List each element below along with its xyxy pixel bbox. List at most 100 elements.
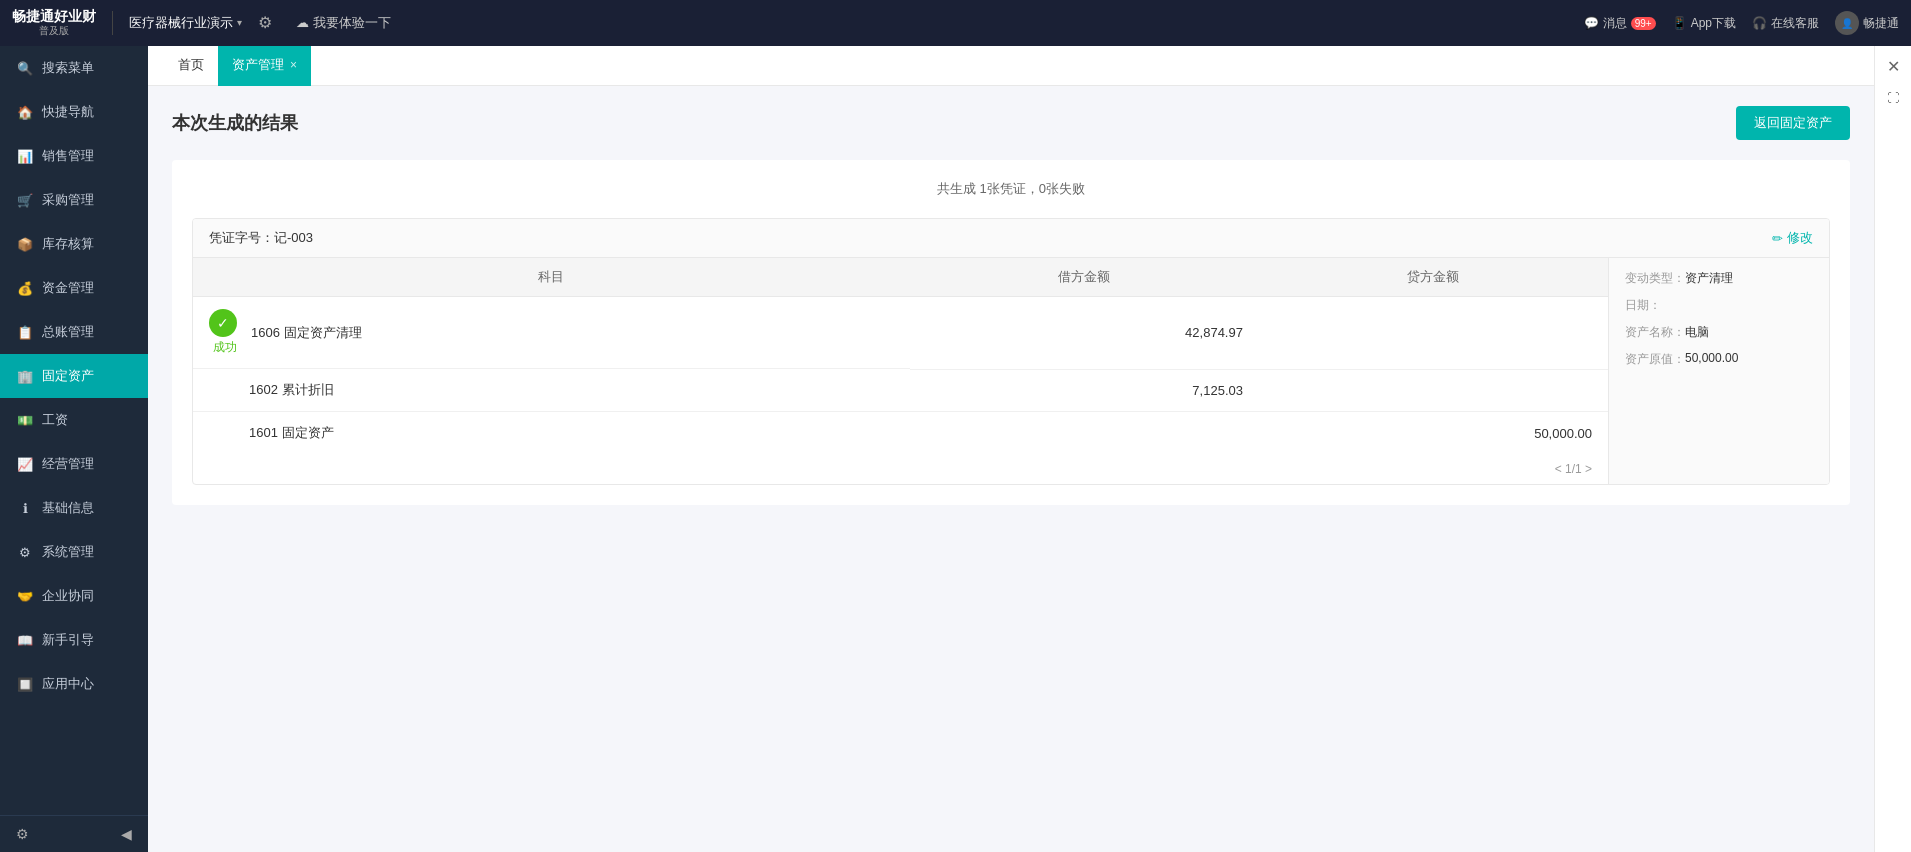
capital-icon: 💰 — [16, 279, 34, 297]
main-layout: 🔍 搜索菜单 🏠 快捷导航 📊 销售管理 🛒 采购管理 📦 库存核算 💰 资金管… — [0, 46, 1911, 852]
sidebar: 🔍 搜索菜单 🏠 快捷导航 📊 销售管理 🛒 采购管理 📦 库存核算 💰 资金管… — [0, 46, 148, 852]
top-header: 畅捷通好业财 普及版 医疗器械行业演示 ▾ ⚙ ☁ 我要体验一下 💬 消息 99… — [0, 0, 1911, 46]
service-icon: 🎧 — [1752, 16, 1767, 30]
header-left: 畅捷通好业财 普及版 医疗器械行业演示 ▾ ⚙ ☁ 我要体验一下 — [12, 8, 391, 39]
sidebar-bottom: ⚙ ◀ — [0, 815, 148, 852]
page-header: 本次生成的结果 返回固定资产 — [172, 106, 1850, 140]
purchase-icon: 🛒 — [16, 191, 34, 209]
enterprise-icon: 🤝 — [16, 587, 34, 605]
credit-cell-3: 50,000.00 — [1259, 412, 1608, 455]
download-icon: 📱 — [1672, 16, 1687, 30]
edit-button[interactable]: ✏ 修改 — [1772, 229, 1813, 247]
sidebar-label-enterprise: 企业协同 — [42, 587, 94, 605]
info-icon: ℹ — [16, 499, 34, 517]
detail-original-value: 资产原值： 50,000.00 — [1625, 351, 1813, 368]
subject-cell-1: 1606 固定资产清理 — [251, 324, 362, 342]
message-icon: 💬 — [1584, 16, 1599, 30]
ledger-icon: 📋 — [16, 323, 34, 341]
page-content: 本次生成的结果 返回固定资产 共生成 1张凭证，0张失败 凭证字号：记-003 … — [148, 86, 1874, 852]
home-icon: 🏠 — [16, 103, 34, 121]
pagination-label: < 1/1 > — [1555, 462, 1592, 476]
app-download-label: App下载 — [1691, 15, 1736, 32]
voucher-body: 科目 借方金额 贷方金额 ✓ — [193, 258, 1829, 484]
credit-cell-2 — [1259, 369, 1608, 412]
sidebar-item-app-center[interactable]: 🔲 应用中心 — [0, 662, 148, 706]
subject-cell-3: 1601 固定资产 — [249, 425, 334, 440]
message-label: 消息 — [1603, 15, 1627, 32]
inventory-icon: 📦 — [16, 235, 34, 253]
success-label: 成功 — [213, 339, 237, 356]
detail-change-type: 变动类型： 资产清理 — [1625, 270, 1813, 287]
change-type-value: 资产清理 — [1685, 270, 1733, 287]
sidebar-label-system: 系统管理 — [42, 543, 94, 561]
tab-home[interactable]: 首页 — [164, 46, 218, 86]
detail-date: 日期： — [1625, 297, 1813, 314]
sales-icon: 📊 — [16, 147, 34, 165]
expand-panel-icon[interactable]: ⛶ — [1879, 84, 1907, 112]
sidebar-label-quick-nav: 快捷导航 — [42, 103, 94, 121]
sidebar-item-payroll[interactable]: 💵 工资 — [0, 398, 148, 442]
sidebar-item-operations[interactable]: 📈 经营管理 — [0, 442, 148, 486]
pagination[interactable]: < 1/1 > — [193, 454, 1608, 484]
sidebar-label-purchase: 采购管理 — [42, 191, 94, 209]
sidebar-label-fixed-assets: 固定资产 — [42, 367, 94, 385]
content-area: 首页 资产管理 × 本次生成的结果 返回固定资产 共生成 1张凭证，0张失败 凭… — [148, 46, 1874, 852]
sidebar-label-capital: 资金管理 — [42, 279, 94, 297]
page-title: 本次生成的结果 — [172, 111, 298, 135]
collapse-icon[interactable]: ◀ — [121, 826, 132, 842]
sidebar-item-purchase[interactable]: 🛒 采购管理 — [0, 178, 148, 222]
payroll-icon: 💵 — [16, 411, 34, 429]
tab-asset-management[interactable]: 资产管理 × — [218, 46, 311, 86]
result-card: 共生成 1张凭证，0张失败 凭证字号：记-003 ✏ 修改 — [172, 160, 1850, 505]
message-button[interactable]: 💬 消息 99+ — [1584, 15, 1656, 32]
fixed-assets-icon: 🏢 — [16, 367, 34, 385]
sidebar-item-fixed-assets[interactable]: 🏢 固定资产 — [0, 354, 148, 398]
close-panel-icon[interactable]: ✕ — [1879, 52, 1907, 80]
original-value-label: 资产原值： — [1625, 351, 1685, 368]
tab-close-icon[interactable]: × — [290, 58, 297, 72]
back-button[interactable]: 返回固定资产 — [1736, 106, 1850, 140]
success-icon: ✓ — [209, 309, 237, 337]
sidebar-item-search[interactable]: 🔍 搜索菜单 — [0, 46, 148, 90]
col-header-credit: 贷方金额 — [1259, 258, 1608, 297]
sidebar-item-inventory[interactable]: 📦 库存核算 — [0, 222, 148, 266]
sidebar-label-operations: 经营管理 — [42, 455, 94, 473]
sidebar-item-quick-nav[interactable]: 🏠 快捷导航 — [0, 90, 148, 134]
debit-cell-3 — [910, 412, 1259, 455]
company-name: 医疗器械行业演示 — [129, 14, 233, 32]
sidebar-label-inventory: 库存核算 — [42, 235, 94, 253]
logo: 畅捷通好业财 普及版 — [12, 8, 96, 39]
company-settings-icon[interactable]: ⚙ — [258, 13, 272, 32]
sidebar-item-system[interactable]: ⚙ 系统管理 — [0, 530, 148, 574]
sidebar-item-capital[interactable]: 💰 资金管理 — [0, 266, 148, 310]
subject-cell-2: 1602 累计折旧 — [249, 382, 334, 397]
settings-bottom-icon[interactable]: ⚙ — [16, 826, 29, 842]
sidebar-item-sales[interactable]: 📊 销售管理 — [0, 134, 148, 178]
original-value-value: 50,000.00 — [1685, 351, 1738, 368]
online-service-button[interactable]: 🎧 在线客服 — [1752, 15, 1819, 32]
user-label: 畅捷通 — [1863, 15, 1899, 32]
asset-name-label: 资产名称： — [1625, 324, 1685, 341]
sidebar-label-guide: 新手引导 — [42, 631, 94, 649]
edit-label: 修改 — [1787, 229, 1813, 247]
user-menu[interactable]: 👤 畅捷通 — [1835, 11, 1899, 35]
experience-button[interactable]: ☁ 我要体验一下 — [296, 14, 391, 32]
message-badge: 99+ — [1631, 17, 1656, 30]
sidebar-item-enterprise[interactable]: 🤝 企业协同 — [0, 574, 148, 618]
app-download-button[interactable]: 📱 App下载 — [1672, 15, 1736, 32]
result-summary: 共生成 1张凭证，0张失败 — [192, 180, 1830, 198]
sidebar-label-basic-info: 基础信息 — [42, 499, 94, 517]
sidebar-label-payroll: 工资 — [42, 411, 68, 429]
tab-home-label: 首页 — [178, 56, 204, 74]
col-header-subject: 科目 — [193, 258, 910, 297]
sidebar-label-ledger: 总账管理 — [42, 323, 94, 341]
search-icon: 🔍 — [16, 59, 34, 77]
edit-icon: ✏ — [1772, 231, 1783, 246]
sidebar-item-guide[interactable]: 📖 新手引导 — [0, 618, 148, 662]
sidebar-item-ledger[interactable]: 📋 总账管理 — [0, 310, 148, 354]
debit-cell-2: 7,125.03 — [910, 369, 1259, 412]
credit-cell-1 — [1259, 297, 1608, 370]
sidebar-item-basic-info[interactable]: ℹ 基础信息 — [0, 486, 148, 530]
company-selector[interactable]: 医疗器械行业演示 ▾ — [129, 14, 242, 32]
guide-icon: 📖 — [16, 631, 34, 649]
